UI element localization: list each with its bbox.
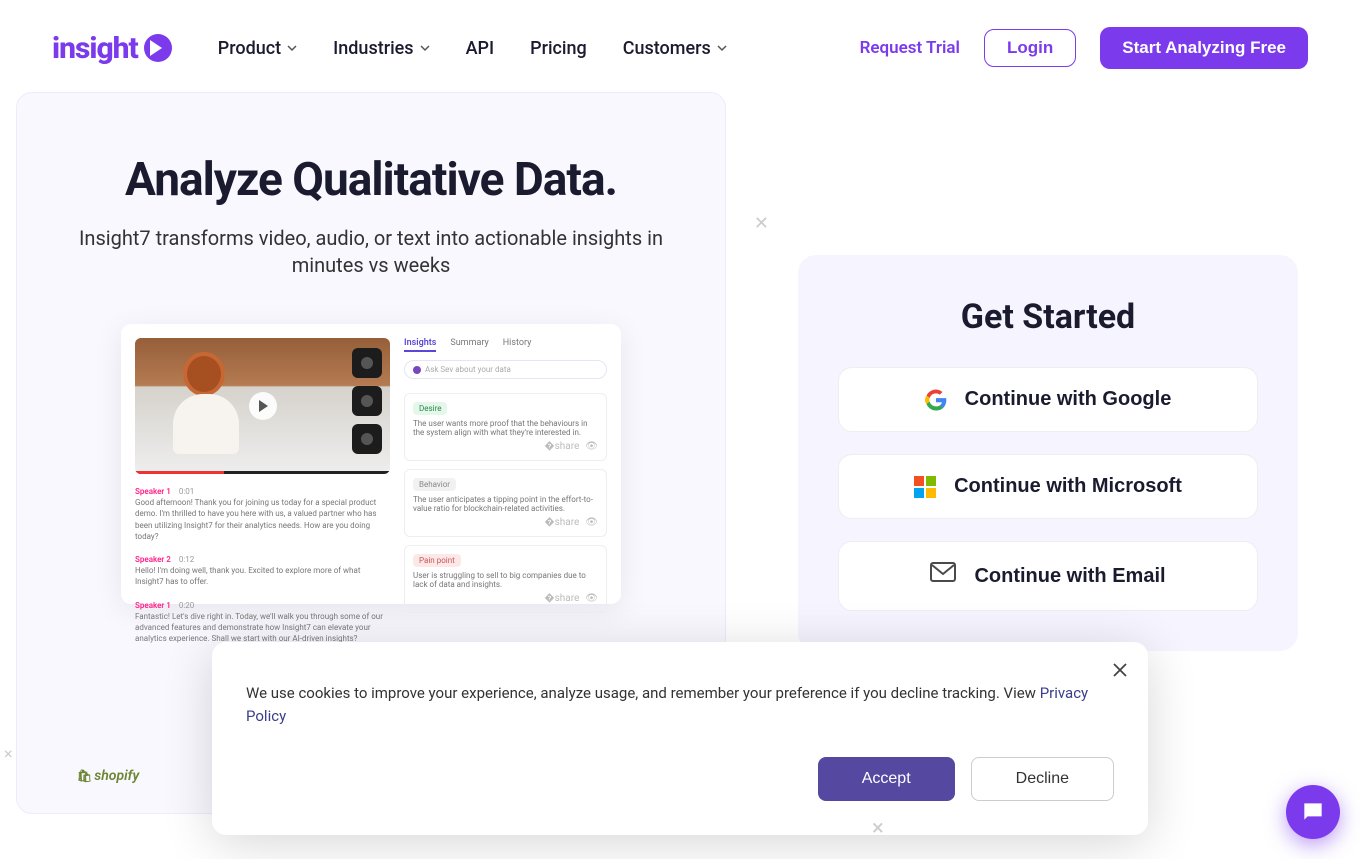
transcript-text: Good afternoon! Thank you for joining us… [135, 498, 377, 541]
email-icon [930, 562, 956, 590]
auth-label: Continue with Microsoft [954, 475, 1182, 498]
request-trial-link[interactable]: Request Trial [860, 38, 960, 58]
nav-item-label: Industries [333, 38, 413, 59]
insight-body: User is struggling to sell to big compan… [413, 571, 598, 589]
nav-item-label: Customers [623, 38, 711, 59]
eye-icon: 👁 [585, 441, 598, 452]
nav-item-api[interactable]: API [466, 38, 495, 59]
mock-tab-history: History [503, 338, 532, 352]
insight-card: Pain point User is struggling to sell to… [404, 545, 607, 613]
top-nav: insight Product Industries API Pricing C… [0, 0, 1360, 78]
mock-insights-panel: Insights Summary History Ask Sev about y… [404, 338, 607, 590]
continue-microsoft-button[interactable]: Continue with Microsoft [838, 454, 1258, 519]
continue-email-button[interactable]: Continue with Email [838, 541, 1258, 611]
close-icon[interactable]: × [872, 816, 884, 841]
accept-button[interactable]: Accept [818, 757, 955, 801]
mock-transcript-panel: Speaker 1 0:01 Good afternoon! Thank you… [135, 338, 390, 590]
nav-menu: Product Industries API Pricing Customers [218, 38, 727, 59]
mock-progress-bar [135, 471, 390, 474]
cookie-banner: We use cookies to improve your experienc… [212, 642, 1148, 835]
mock-tabs: Insights Summary History [404, 338, 607, 352]
continue-google-button[interactable]: Continue with Google [838, 367, 1258, 432]
nav-right: Request Trial Login Start Analyzing Free [860, 27, 1308, 69]
start-analyzing-button[interactable]: Start Analyzing Free [1100, 27, 1308, 69]
nav-item-label: Pricing [530, 38, 587, 59]
mock-search: Ask Sev about your data [404, 360, 607, 379]
timestamp: 0:20 [179, 601, 194, 610]
nav-item-label: Product [218, 38, 281, 59]
cookie-text: We use cookies to improve your experienc… [246, 682, 1114, 727]
insight-tag: Desire [413, 402, 447, 415]
timestamp: 0:01 [179, 487, 194, 496]
auth-label: Continue with Email [974, 565, 1165, 588]
share-icon: �share [544, 441, 579, 452]
insight-tag: Behavior [413, 478, 456, 491]
speaker-label: Speaker 2 [135, 555, 171, 564]
share-icon: �share [544, 517, 579, 528]
hero-title: Analyze Qualitative Data. [57, 153, 685, 207]
transcript-text: Hello! I'm doing well, thank you. Excite… [135, 566, 360, 586]
signup-title: Get Started [838, 297, 1258, 337]
mock-tab-insights: Insights [404, 338, 436, 352]
mock-participant-thumbnails [352, 348, 382, 454]
speaker-label: Speaker 1 [135, 487, 171, 496]
insight-body: The user anticipates a tipping point in … [413, 495, 598, 513]
mock-video-player [135, 338, 390, 474]
assistant-avatar-icon [413, 366, 421, 374]
logo-mark-icon [144, 34, 172, 62]
brand-shopify: shopify [77, 768, 139, 784]
cookie-message: We use cookies to improve your experienc… [246, 684, 1040, 702]
hero-subtitle: Insight7 transforms video, audio, or tex… [61, 225, 681, 279]
eye-icon: 👁 [585, 593, 598, 604]
speaker-label: Speaker 1 [135, 601, 171, 610]
close-icon[interactable]: ✕ [754, 213, 769, 234]
google-icon [925, 389, 947, 411]
signup-card: Get Started Continue with Google Continu… [798, 255, 1298, 651]
nav-left: insight Product Industries API Pricing C… [52, 31, 727, 66]
chevron-down-icon [717, 43, 727, 53]
nav-item-label: API [466, 38, 495, 59]
auth-label: Continue with Google [965, 388, 1172, 411]
nav-item-product[interactable]: Product [218, 38, 297, 59]
close-icon[interactable]: × [4, 744, 13, 763]
nav-item-customers[interactable]: Customers [623, 38, 727, 59]
mock-search-placeholder: Ask Sev about your data [425, 365, 511, 374]
nav-item-pricing[interactable]: Pricing [530, 38, 587, 59]
insight-tag: Pain point [413, 554, 461, 567]
chat-widget-button[interactable] [1286, 785, 1340, 839]
cookie-actions: Accept Decline [246, 757, 1114, 801]
logo[interactable]: insight [52, 31, 172, 66]
insight-card: Desire The user wants more proof that th… [404, 393, 607, 461]
transcript-text: Fantastic! Let's dive right in. Today, w… [135, 612, 383, 643]
logo-wordmark: insight [52, 31, 138, 66]
login-button[interactable]: Login [984, 29, 1076, 67]
timestamp: 0:12 [179, 555, 194, 564]
eye-icon: 👁 [585, 517, 598, 528]
chat-icon [1300, 799, 1326, 825]
share-icon: �share [544, 593, 579, 604]
nav-item-industries[interactable]: Industries [333, 38, 429, 59]
chevron-down-icon [420, 43, 430, 53]
transcript-line: Speaker 1 0:01 Good afternoon! Thank you… [135, 486, 390, 542]
insight-body: The user wants more proof that the behav… [413, 419, 598, 437]
chevron-down-icon [287, 43, 297, 53]
product-mock: Speaker 1 0:01 Good afternoon! Thank you… [121, 324, 621, 604]
transcript-line: Speaker 2 0:12 Hello! I'm doing well, th… [135, 554, 390, 588]
insight-card: Behavior The user anticipates a tipping … [404, 469, 607, 537]
microsoft-icon [914, 476, 936, 498]
decline-button[interactable]: Decline [971, 757, 1114, 801]
close-icon[interactable] [1112, 662, 1128, 682]
mock-tab-summary: Summary [450, 338, 488, 352]
play-icon [249, 392, 277, 420]
transcript-line: Speaker 1 0:20 Fantastic! Let's dive rig… [135, 600, 390, 645]
